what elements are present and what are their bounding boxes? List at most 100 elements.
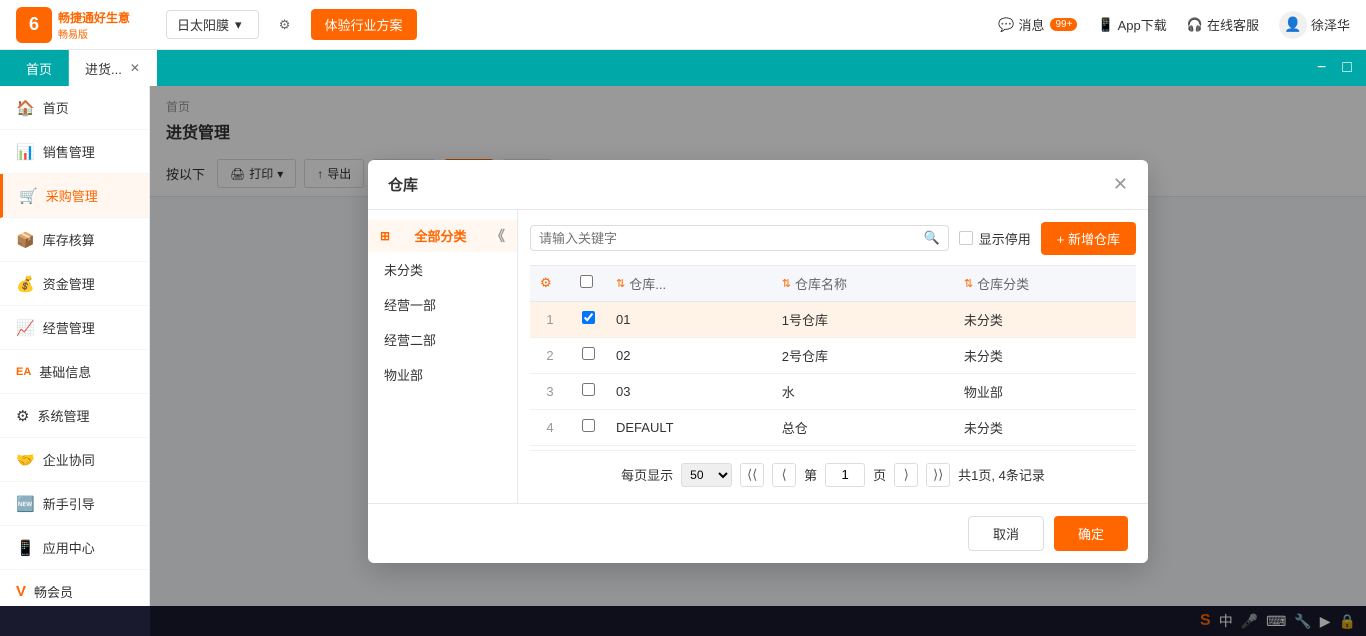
modal-header: 仓库 ✕ <box>368 160 1148 210</box>
modal-body: ⊞ 全部分类 《 未分类 经营一部 经营二部 物业部 <box>368 210 1148 503</box>
th-category: ⇅ 仓库分类 <box>954 265 1136 301</box>
logo-text: 畅捷通好生意 畅易版 <box>58 9 130 41</box>
sidebar-item-finance[interactable]: 💰 资金管理 <box>0 262 149 306</box>
maximize-icon[interactable]: □ <box>1338 59 1356 77</box>
search-input[interactable] <box>539 231 924 246</box>
row-code: 01 <box>606 301 772 337</box>
row-checkbox[interactable] <box>582 383 595 396</box>
table-row[interactable]: 1 01 1号仓库 未分类 <box>530 301 1136 337</box>
message-icon: 💬 <box>998 17 1014 33</box>
select-all-checkbox[interactable] <box>580 275 593 288</box>
modal-close-button[interactable]: ✕ <box>1113 174 1128 195</box>
search-icon[interactable]: 🔍 <box>924 230 940 246</box>
confirm-button[interactable]: 确定 <box>1054 516 1128 551</box>
row-checkbox[interactable] <box>582 347 595 360</box>
row-checkbox[interactable] <box>582 311 595 324</box>
page-size-select[interactable]: 50 20 100 <box>681 463 732 487</box>
modal-toolbar: 🔍 显示停用 + 新增仓库 <box>530 222 1136 255</box>
collapse-icon[interactable]: 《 <box>491 226 505 246</box>
content-area: 首页 进货管理 按以下 🖨 打印 ▾ ↑ 导出 ↺ 刷新 查询 <box>150 86 1366 636</box>
header-right: 💬 消息 99+ 📱 App下载 🎧 在线客服 👤 徐泽华 <box>998 11 1350 39</box>
row-code: 02 <box>606 337 772 373</box>
row-code: 03 <box>606 373 772 409</box>
tab-home[interactable]: 首页 <box>10 50 69 86</box>
row-checkbox-cell <box>570 301 606 337</box>
enterprise-icon: 🤝 <box>16 451 35 469</box>
sidebar-item-enterprise[interactable]: 🤝 企业协同 <box>0 438 149 482</box>
basic-info-icon: EA <box>16 366 31 378</box>
sidebar-item-purchase[interactable]: 🛒 采购管理 <box>0 174 149 218</box>
next-page-button[interactable]: ⟩ <box>894 463 918 487</box>
purchase-icon: 🛒 <box>19 187 38 205</box>
sidebar-item-basic-info[interactable]: EA 基础信息 <box>0 350 149 394</box>
warehouse-table: ⚙ ⇅ 仓库... <box>530 265 1136 446</box>
sidebar-item-guide[interactable]: 🆕 新手引导 <box>0 482 149 526</box>
prev-page-button[interactable]: ⟨ <box>772 463 796 487</box>
row-checkbox[interactable] <box>582 419 595 432</box>
minimize-icon[interactable]: − <box>1313 59 1330 77</box>
gear-icon: ⚙ <box>279 17 291 33</box>
search-box: 🔍 <box>530 225 949 251</box>
user-profile[interactable]: 👤 徐泽华 <box>1279 11 1350 39</box>
show-disabled-toggle: 显示停用 <box>959 229 1031 248</box>
cat-item-unclassified[interactable]: 未分类 <box>368 252 517 287</box>
avatar: 👤 <box>1279 11 1307 39</box>
sidebar-item-operations[interactable]: 📈 经营管理 <box>0 306 149 350</box>
message-button[interactable]: 💬 消息 99+ <box>998 15 1077 34</box>
home-icon: 🏠 <box>16 99 35 117</box>
settings-button[interactable]: ⚙ <box>269 9 301 41</box>
sort-icon: ⇅ <box>964 277 973 290</box>
sort-icon: ⇅ <box>782 277 791 290</box>
row-num: 3 <box>530 373 570 409</box>
table-row[interactable]: 3 03 水 物业部 <box>530 373 1136 409</box>
modal-main: 🔍 显示停用 + 新增仓库 <box>518 210 1148 503</box>
all-categories-button[interactable]: ⊞ 全部分类 《 <box>368 220 517 252</box>
table-row[interactable]: 4 DEFAULT 总仓 未分类 <box>530 409 1136 445</box>
headset-icon: 🎧 <box>1187 17 1203 33</box>
row-category: 未分类 <box>954 301 1136 337</box>
sidebar: 🏠 首页 📊 销售管理 🛒 采购管理 📦 库存核算 💰 资金管理 📈 经营管理 … <box>0 86 150 636</box>
modal-overlay: 仓库 ✕ ⊞ 全部分类 《 未分类 经营一部 经营二部 <box>150 86 1366 636</box>
members-icon: V <box>16 583 26 600</box>
category-sidebar: ⊞ 全部分类 《 未分类 经营一部 经营二部 物业部 <box>368 210 518 503</box>
th-settings: ⚙ <box>530 265 570 301</box>
sidebar-item-home[interactable]: 🏠 首页 <box>0 86 149 130</box>
company-select[interactable]: 日太阳膜 ▾ <box>166 10 259 39</box>
table-row[interactable]: 2 02 2号仓库 未分类 <box>530 337 1136 373</box>
logo-area: 6 畅捷通好生意 畅易版 <box>16 7 166 43</box>
show-disabled-checkbox[interactable] <box>959 231 973 245</box>
row-name: 水 <box>772 373 954 409</box>
tab-purchase[interactable]: 进货... ✕ <box>69 50 157 86</box>
nav-tab-controls: − □ <box>1313 59 1356 77</box>
inventory-icon: 📦 <box>16 231 35 249</box>
sales-icon: 📊 <box>16 143 35 161</box>
app-download-button[interactable]: 📱 App下载 <box>1097 15 1166 34</box>
cat-item-ops2[interactable]: 经营二部 <box>368 322 517 357</box>
modal-footer: 取消 确定 <box>368 503 1148 563</box>
row-category: 物业部 <box>954 373 1136 409</box>
finance-icon: 💰 <box>16 275 35 293</box>
main-layout: 🏠 首页 📊 销售管理 🛒 采购管理 📦 库存核算 💰 资金管理 📈 经营管理 … <box>0 86 1366 636</box>
guide-icon: 🆕 <box>16 495 35 513</box>
sidebar-item-apps[interactable]: 📱 应用中心 <box>0 526 149 570</box>
cat-item-ops1[interactable]: 经营一部 <box>368 287 517 322</box>
sidebar-item-system[interactable]: ⚙ 系统管理 <box>0 394 149 438</box>
cancel-button[interactable]: 取消 <box>968 516 1044 551</box>
sort-icon: ⇅ <box>616 277 625 290</box>
add-warehouse-button[interactable]: + 新增仓库 <box>1041 222 1136 255</box>
cat-item-property[interactable]: 物业部 <box>368 357 517 392</box>
first-page-button[interactable]: ⟨⟨ <box>740 463 764 487</box>
sidebar-item-inventory[interactable]: 📦 库存核算 <box>0 218 149 262</box>
close-tab-icon[interactable]: ✕ <box>130 61 140 75</box>
service-button[interactable]: 🎧 在线客服 <box>1187 15 1259 34</box>
trial-button[interactable]: 体验行业方案 <box>311 9 417 40</box>
last-page-button[interactable]: ⟩⟩ <box>926 463 950 487</box>
page-input[interactable] <box>825 463 865 487</box>
th-checkbox <box>570 265 606 301</box>
row-checkbox-cell <box>570 337 606 373</box>
operations-icon: 📈 <box>16 319 35 337</box>
top-header: 6 畅捷通好生意 畅易版 日太阳膜 ▾ ⚙ 体验行业方案 💬 消息 99+ 📱 … <box>0 0 1366 50</box>
row-num: 4 <box>530 409 570 445</box>
sidebar-item-sales[interactable]: 📊 销售管理 <box>0 130 149 174</box>
grid-icon: ⊞ <box>380 229 390 243</box>
